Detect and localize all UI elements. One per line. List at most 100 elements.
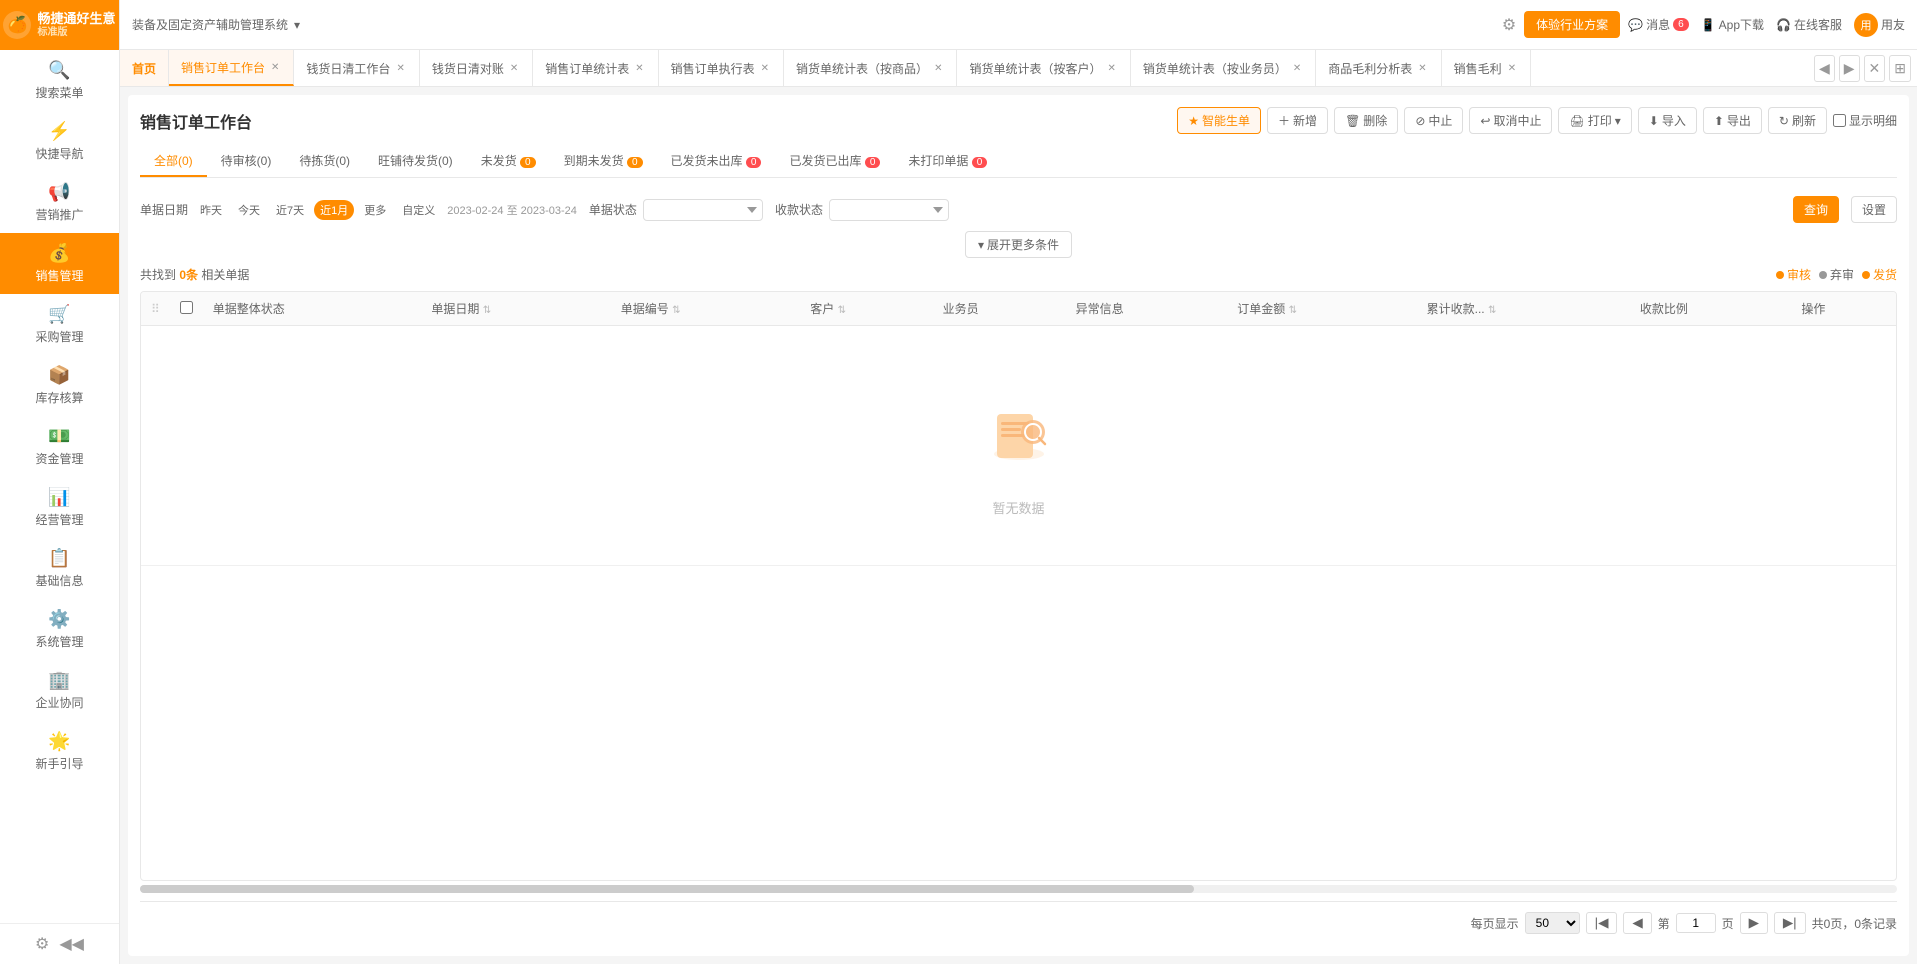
- topbar-gear-icon[interactable]: ⚙: [1502, 15, 1516, 35]
- date-btn-yesterday[interactable]: 昨天: [194, 200, 228, 220]
- show-detail-checkbox[interactable]: 显示明细: [1833, 112, 1897, 129]
- sidebar-item-system[interactable]: ⚙️ 系统管理: [0, 599, 119, 660]
- query-btn[interactable]: 查询: [1793, 196, 1839, 223]
- chart-icon: 📊: [48, 487, 70, 508]
- status-select[interactable]: [643, 199, 763, 221]
- refresh-btn[interactable]: ↻ 刷新: [1768, 107, 1827, 134]
- trash-icon: 🗑: [1345, 114, 1360, 128]
- filter-tab-pending-check[interactable]: 待拣货(0): [285, 146, 364, 177]
- sidebar-item-guide[interactable]: 🌟 新手引导: [0, 721, 119, 782]
- stop-btn[interactable]: ⊘ 中止: [1404, 107, 1463, 134]
- record-count: 共找到 0条 相关单据 审核 弃审 发货: [140, 266, 1897, 283]
- sidebar-item-basic[interactable]: 📋 基础信息: [0, 538, 119, 599]
- tab-sales-stat4[interactable]: 销货单统计表（按业务员） ✕: [1131, 50, 1316, 86]
- th-customer[interactable]: 客户 ⇅: [800, 292, 932, 326]
- page-input[interactable]: [1676, 913, 1716, 933]
- filter-tab-not-printed[interactable]: 未打印单据 0: [894, 146, 1001, 177]
- filter-tab-pending-review[interactable]: 待审核(0): [207, 146, 286, 177]
- sidebar-item-enterprise[interactable]: 🏢 企业协同: [0, 660, 119, 721]
- solution-btn[interactable]: 体验行业方案: [1524, 11, 1620, 38]
- filter-tab-shipped-no-out[interactable]: 已发货未出库 0: [657, 146, 776, 177]
- tab-next-btn[interactable]: ▶: [1839, 55, 1860, 82]
- sidebar-item-finance[interactable]: 💵 资金管理: [0, 416, 119, 477]
- tab-close-icon[interactable]: ✕: [1506, 61, 1518, 76]
- filter-tab-overdue[interactable]: 到期未发货 0: [550, 146, 657, 177]
- settings-icon[interactable]: ⚙: [35, 934, 49, 954]
- filter-tab-wangpu[interactable]: 旺铺待发货(0): [364, 146, 467, 177]
- tab-prev-btn[interactable]: ◀: [1814, 55, 1835, 82]
- smart-btn[interactable]: ★ 智能生单: [1177, 107, 1261, 134]
- cancel-action-btn[interactable]: 弃审: [1819, 266, 1854, 283]
- date-btn-1month[interactable]: 近1月: [314, 200, 354, 220]
- tab-close-icon[interactable]: ✕: [633, 61, 645, 76]
- first-page-btn[interactable]: |◀: [1586, 912, 1618, 934]
- tab-close-icon[interactable]: ✕: [759, 61, 771, 76]
- last-page-btn[interactable]: ▶|: [1774, 912, 1806, 934]
- tab-close-icon[interactable]: ✕: [1416, 61, 1428, 76]
- tab-home[interactable]: 首页: [120, 50, 169, 86]
- set-btn[interactable]: 设置: [1851, 196, 1897, 223]
- tab-cash-daily[interactable]: 钱货日清工作台 ✕: [294, 50, 419, 86]
- import-btn[interactable]: ⬇ 导入: [1638, 107, 1697, 134]
- tab-close-icon[interactable]: ✕: [932, 61, 944, 76]
- ship-action-btn[interactable]: 发货: [1862, 266, 1897, 283]
- sidebar-item-operation[interactable]: 📊 经营管理: [0, 477, 119, 538]
- th-amount[interactable]: 订单金额 ⇅: [1227, 292, 1416, 326]
- sidebar-item-purchase[interactable]: 🛒 采购管理: [0, 294, 119, 355]
- date-btn-custom[interactable]: 自定义: [396, 200, 441, 220]
- th-received[interactable]: 累计收款... ⇅: [1417, 292, 1630, 326]
- next-page-btn[interactable]: ▶: [1740, 912, 1768, 934]
- data-table: ⠿ 单据整体状态 单据日期 ⇅ 单据编号 ⇅: [140, 291, 1897, 881]
- show-detail-input[interactable]: [1833, 114, 1846, 127]
- tab-close-icon[interactable]: ✕: [1291, 61, 1303, 76]
- filter-tab-not-shipped[interactable]: 未发货 0: [467, 146, 550, 177]
- sidebar-item-search[interactable]: 🔍 搜索菜单: [0, 50, 119, 111]
- select-all-checkbox[interactable]: [180, 301, 193, 314]
- expand-btn[interactable]: ▾ 展开更多条件: [965, 231, 1072, 258]
- app-download-btn[interactable]: 📱 App下载: [1701, 16, 1764, 33]
- tab-expand-btn[interactable]: ⊞: [1889, 55, 1911, 82]
- add-btn[interactable]: ＋ 新增: [1267, 107, 1328, 134]
- filter-tab-shipped-out[interactable]: 已发货已出库 0: [775, 146, 894, 177]
- online-service-btn[interactable]: 🎧 在线客服: [1776, 16, 1842, 33]
- tab-close-icon[interactable]: ✕: [508, 61, 520, 76]
- prev-page-btn[interactable]: ◀: [1623, 912, 1651, 934]
- tab-cash-ledger[interactable]: 钱货日清对账 ✕: [420, 50, 533, 86]
- star-icon: 🌟: [48, 731, 70, 752]
- cancel-stop-btn[interactable]: ↩ 取消中止: [1469, 107, 1552, 134]
- th-number[interactable]: 单据编号 ⇅: [611, 292, 800, 326]
- user-menu[interactable]: 用 用友: [1854, 13, 1905, 37]
- horizontal-scrollbar[interactable]: [140, 885, 1897, 893]
- tab-sales-stat3[interactable]: 销货单统计表（按客户） ✕: [957, 50, 1130, 86]
- page-size-select[interactable]: 20 50 100: [1525, 912, 1580, 934]
- tab-sales-stat[interactable]: 销售订单统计表 ✕: [533, 50, 658, 86]
- tab-sales-stat2[interactable]: 销货单统计表（按商品） ✕: [784, 50, 957, 86]
- date-btn-7days[interactable]: 近7天: [270, 200, 310, 220]
- tab-close-all-btn[interactable]: ✕: [1864, 55, 1886, 82]
- date-btn-more[interactable]: 更多: [358, 200, 392, 220]
- message-btn[interactable]: 💬 消息 6: [1628, 16, 1689, 33]
- print-btn[interactable]: 🖨 打印 ▾: [1558, 107, 1631, 134]
- sidebar-item-marketing[interactable]: 📢 营销推广: [0, 172, 119, 233]
- export-btn[interactable]: ⬆ 导出: [1703, 107, 1762, 134]
- delete-btn[interactable]: 🗑 删除: [1334, 107, 1398, 134]
- date-btn-today[interactable]: 今天: [232, 200, 266, 220]
- review-action-btn[interactable]: 审核: [1776, 266, 1811, 283]
- th-date[interactable]: 单据日期 ⇅: [421, 292, 610, 326]
- tab-margin[interactable]: 商品毛利分析表 ✕: [1316, 50, 1441, 86]
- tab-close-icon[interactable]: ✕: [1105, 61, 1117, 76]
- tab-sales-order[interactable]: 销售订单工作台 ✕: [169, 50, 294, 86]
- collapse-icon[interactable]: ◀◀: [59, 934, 84, 954]
- tab-close-icon[interactable]: ✕: [269, 60, 281, 75]
- tab-sales-exec[interactable]: 销售订单执行表 ✕: [659, 50, 784, 86]
- sidebar-item-inventory[interactable]: 📦 库存核算: [0, 355, 119, 416]
- tab-close-icon[interactable]: ✕: [394, 61, 406, 76]
- logo-icon: 🍊: [3, 11, 31, 39]
- scrollbar-thumb[interactable]: [140, 885, 1194, 893]
- filter-tab-all[interactable]: 全部(0): [140, 146, 207, 177]
- payment-select[interactable]: [829, 199, 949, 221]
- sidebar-item-sales[interactable]: 💰 销售管理: [0, 233, 119, 294]
- th-ratio: 收款比例: [1630, 292, 1792, 326]
- sidebar-item-quick-nav[interactable]: ⚡ 快捷导航: [0, 111, 119, 172]
- tab-profit[interactable]: 销售毛利 ✕: [1442, 50, 1531, 86]
